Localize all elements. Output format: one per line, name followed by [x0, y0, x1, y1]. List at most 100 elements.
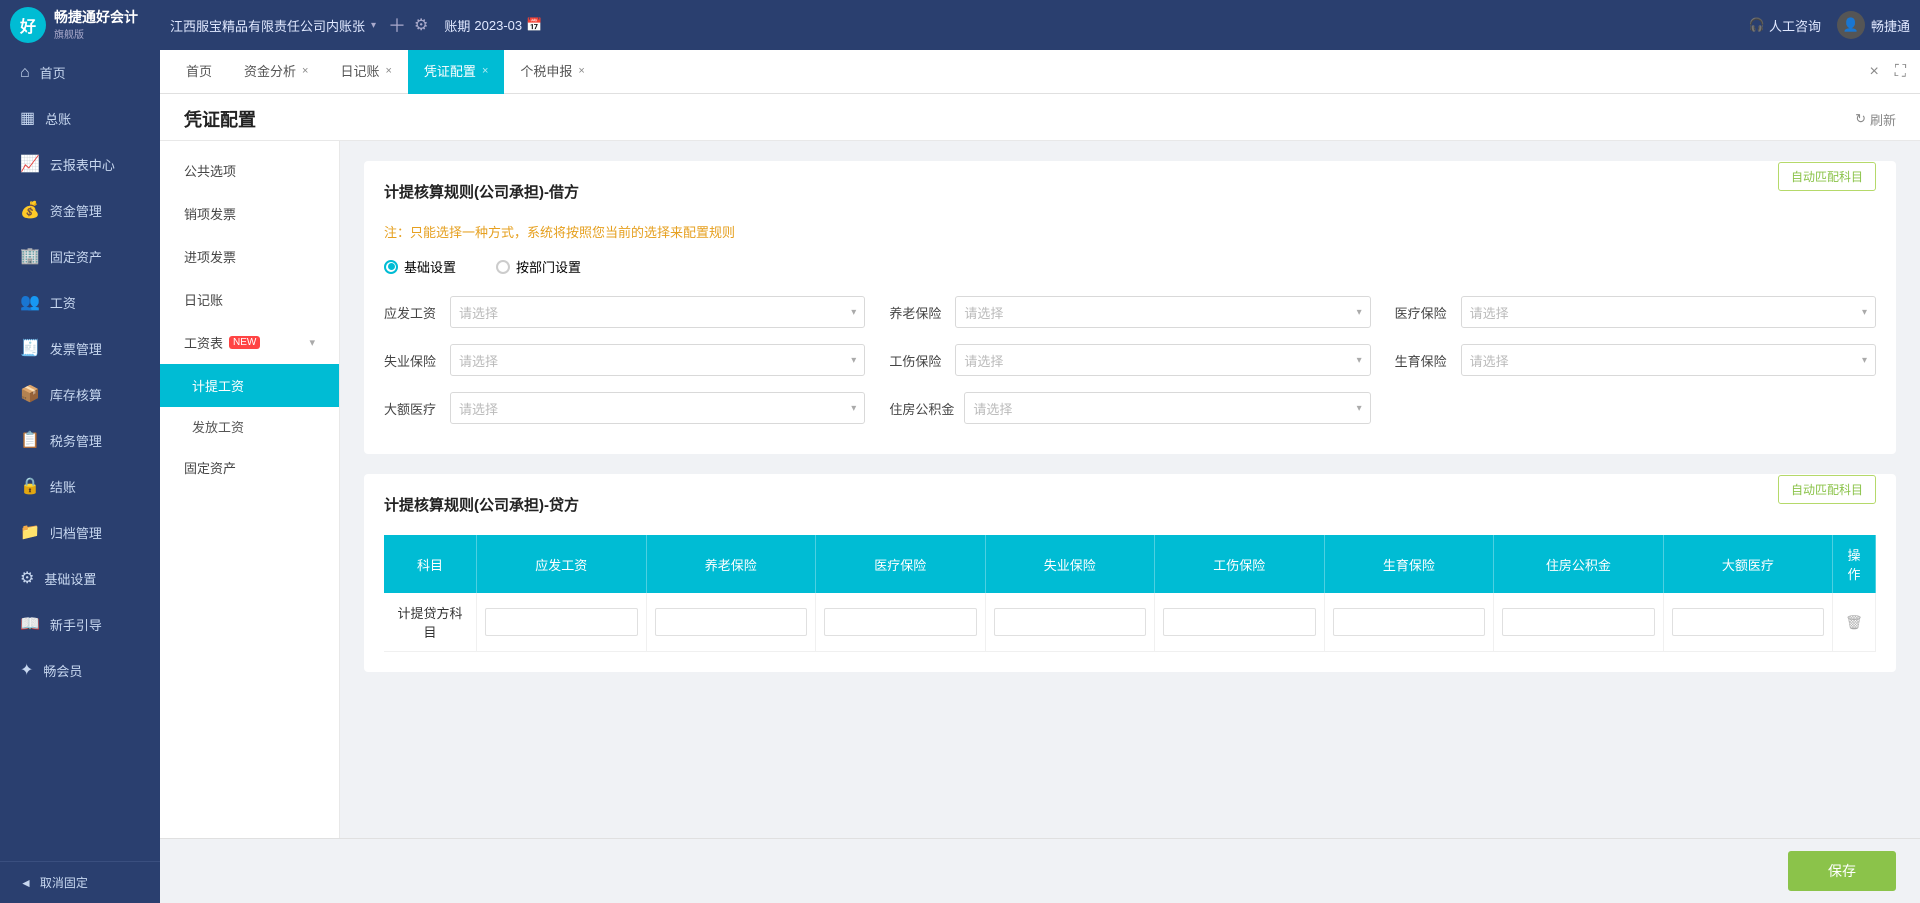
- guide-icon: 📖: [20, 614, 40, 634]
- select-gross-salary[interactable]: 请选择 ▾: [450, 296, 865, 328]
- input-gross[interactable]: [485, 608, 638, 636]
- tab-voucher-config-close[interactable]: ×: [482, 65, 488, 77]
- add-tab-button[interactable]: ＋: [388, 12, 406, 38]
- select-unemployment[interactable]: 请选择 ▾: [450, 344, 865, 376]
- cell-maternity-input[interactable]: [1324, 593, 1494, 652]
- cell-subject-label: 计提贷方科目: [384, 593, 476, 652]
- left-nav-payroll-accrual[interactable]: 计提工资: [160, 364, 339, 407]
- sidebar-item-vip[interactable]: ✦ 畅会员: [0, 647, 160, 693]
- radio-basic[interactable]: 基础设置: [384, 257, 456, 276]
- cell-housing-input[interactable]: [1494, 593, 1664, 652]
- left-nav-payroll-release-label: 发放工资: [192, 420, 244, 435]
- tab-tax[interactable]: 个税申报 ×: [504, 50, 600, 94]
- credit-table: 科目 应发工资 养老保险 医疗保险 失业保险 工伤保险 生育保险 住房公积金 大: [384, 535, 1876, 652]
- expand-payroll-icon[interactable]: ▾: [309, 336, 315, 349]
- radio-department[interactable]: 按部门设置: [496, 257, 581, 276]
- sidebar-item-guide[interactable]: 📖 新手引导: [0, 601, 160, 647]
- input-unemployment[interactable]: [994, 608, 1147, 636]
- sidebar-item-close[interactable]: 🔒 结账: [0, 463, 160, 509]
- sidebar-item-reports[interactable]: 📈 云报表中心: [0, 141, 160, 187]
- select-pension[interactable]: 请选择 ▾: [955, 296, 1370, 328]
- cell-pension-input[interactable]: [646, 593, 816, 652]
- tab-voucher-config-label: 凭证配置: [424, 61, 476, 80]
- credit-table-section: 科目 应发工资 养老保险 医疗保险 失业保险 工伤保险 生育保险 住房公积金 大: [384, 535, 1876, 652]
- sidebar-label-archive: 归档管理: [50, 523, 102, 542]
- tab-funds-label: 资金分析: [244, 61, 296, 80]
- sidebar-item-inventory[interactable]: 📦 库存核算: [0, 371, 160, 417]
- select-gross-salary-arrow: ▾: [851, 307, 856, 318]
- select-medical[interactable]: 请选择 ▾: [1461, 296, 1876, 328]
- delete-icon[interactable]: 🗑: [1845, 614, 1863, 630]
- company-dropdown-icon[interactable]: ▾: [371, 20, 376, 31]
- sidebar-label-base: 基础设置: [44, 569, 96, 588]
- form-item-gross-salary: 应发工资 请选择 ▾: [384, 296, 865, 328]
- tab-home[interactable]: 首页: [170, 50, 228, 94]
- sidebar-item-archive[interactable]: 📁 归档管理: [0, 509, 160, 555]
- table-body: 计提贷方科目: [384, 593, 1876, 652]
- support-button[interactable]: 🎧 人工咨询: [1749, 16, 1821, 35]
- radio-group: 基础设置 按部门设置: [384, 257, 1876, 276]
- left-nav-payroll-table[interactable]: 工资表 NEW ▾: [160, 321, 339, 364]
- form-item-housing: 住房公积金 请选择 ▾: [889, 392, 1370, 424]
- input-housing[interactable]: [1502, 608, 1655, 636]
- unpin-button[interactable]: ◄ 取消固定: [0, 861, 160, 903]
- cell-delete[interactable]: 🗑: [1833, 593, 1876, 652]
- tab-voucher-config[interactable]: 凭证配置 ×: [408, 50, 504, 94]
- input-injury[interactable]: [1163, 608, 1316, 636]
- radio-basic-dot: [388, 263, 395, 270]
- input-pension[interactable]: [655, 608, 808, 636]
- label-major-medical: 大额医疗: [384, 399, 440, 418]
- input-maternity[interactable]: [1333, 608, 1486, 636]
- auto-match-debit-button[interactable]: 自动匹配科目: [1778, 162, 1876, 191]
- cell-major-medical-input[interactable]: [1663, 593, 1833, 652]
- archive-icon: 📁: [20, 522, 40, 542]
- refresh-button[interactable]: ↻ 刷新: [1855, 110, 1896, 129]
- left-nav-purchase[interactable]: 进项发票: [160, 235, 339, 278]
- period-selector[interactable]: 账期 2023-03 📅: [444, 16, 542, 35]
- top-bar: 好 畅捷通好会计 旗舰版 江西服宝精品有限责任公司内账张 ▾ ＋ ⚙ 账期 20…: [0, 0, 1920, 50]
- expand-icon[interactable]: ⛶: [1891, 59, 1910, 85]
- tab-funds[interactable]: 资金分析 ×: [228, 50, 324, 94]
- save-button[interactable]: 保存: [1788, 851, 1896, 891]
- cell-medical-input[interactable]: [816, 593, 986, 652]
- sidebar-item-invoice[interactable]: 🧾 发票管理: [0, 325, 160, 371]
- select-housing-arrow: ▾: [1357, 403, 1362, 414]
- left-nav-public[interactable]: 公共选项: [160, 149, 339, 192]
- tab-journal[interactable]: 日记账 ×: [324, 50, 407, 94]
- left-nav-sales[interactable]: 销项发票: [160, 192, 339, 235]
- settings-icon[interactable]: ⚙: [414, 15, 428, 35]
- sidebar-item-salary[interactable]: 👥 工资: [0, 279, 160, 325]
- section2-header: 计提核算规则(公司承担)-贷方 自动匹配科目: [384, 494, 1876, 525]
- left-nav-payroll-release[interactable]: 发放工资: [160, 407, 339, 446]
- reports-icon: 📈: [20, 154, 40, 174]
- tab-funds-close[interactable]: ×: [302, 65, 308, 77]
- sidebar-item-assets[interactable]: 🏢 固定资产: [0, 233, 160, 279]
- sidebar-item-base[interactable]: ⚙ 基础设置: [0, 555, 160, 601]
- sidebar-item-home[interactable]: ⌂ 首页: [0, 50, 160, 95]
- section1-note: 注：只能选择一种方式，系统将按照您当前的选择来配置规则: [384, 222, 1876, 241]
- calendar-icon[interactable]: 📅: [526, 17, 542, 33]
- sidebar-item-ledger[interactable]: ▦ 总账: [0, 95, 160, 141]
- select-housing[interactable]: 请选择 ▾: [964, 392, 1370, 424]
- select-major-medical[interactable]: 请选择 ▾: [450, 392, 865, 424]
- left-nav-fixed-assets[interactable]: 固定资产: [160, 446, 339, 489]
- cell-unemployment-input[interactable]: [985, 593, 1155, 652]
- input-medical[interactable]: [824, 608, 977, 636]
- tab-journal-close[interactable]: ×: [385, 65, 391, 77]
- left-nav-journal[interactable]: 日记账: [160, 278, 339, 321]
- select-injury[interactable]: 请选择 ▾: [955, 344, 1370, 376]
- main-layout: ⌂ 首页 ▦ 总账 📈 云报表中心 💰 资金管理 🏢 固定资产 👥 工资 🧾 发…: [0, 50, 1920, 903]
- cell-injury-input[interactable]: [1155, 593, 1325, 652]
- sidebar-item-tax[interactable]: 📋 税务管理: [0, 417, 160, 463]
- auto-match-credit-button[interactable]: 自动匹配科目: [1778, 475, 1876, 504]
- tab-tax-close[interactable]: ×: [578, 65, 584, 77]
- cell-gross-input[interactable]: [476, 593, 646, 652]
- company-selector[interactable]: 江西服宝精品有限责任公司内账张 ▾: [170, 16, 376, 35]
- select-maternity[interactable]: 请选择 ▾: [1461, 344, 1876, 376]
- close-tab-icon[interactable]: ×: [1865, 59, 1882, 85]
- col-medical: 医疗保险: [816, 535, 986, 593]
- sidebar-item-funds[interactable]: 💰 资金管理: [0, 187, 160, 233]
- label-injury: 工伤保险: [889, 351, 945, 370]
- input-major-medical[interactable]: [1672, 608, 1825, 636]
- user-menu[interactable]: 👤 畅捷通: [1837, 11, 1910, 39]
